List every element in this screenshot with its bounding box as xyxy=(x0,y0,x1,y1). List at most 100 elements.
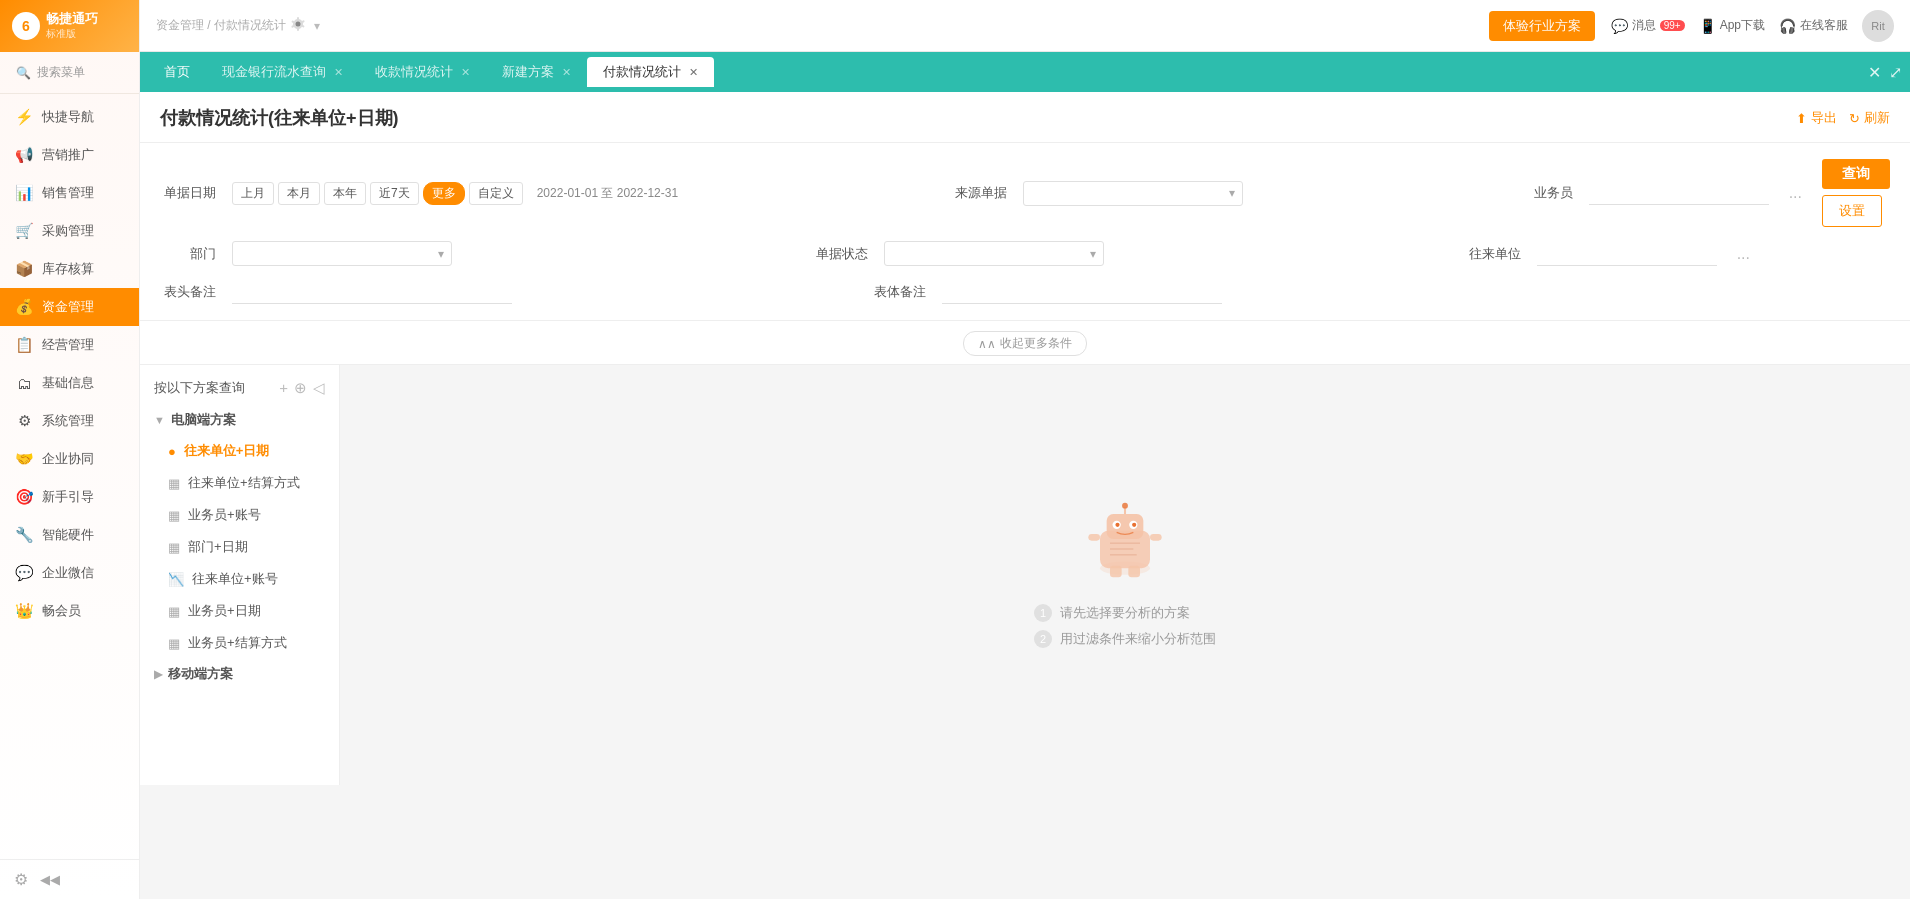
date-btn-thismonth[interactable]: 本月 xyxy=(278,182,320,205)
date-btn-more[interactable]: 更多 xyxy=(423,182,465,205)
collapse-button[interactable]: ∧∧ 收起更多条件 xyxy=(963,331,1087,356)
status-select[interactable] xyxy=(884,241,1104,266)
panel-item-staff-date[interactable]: ▦ 业务员+日期 xyxy=(140,595,339,627)
scheme-chart-icon-2: ▦ xyxy=(168,508,180,523)
topbar-settings-icon[interactable] xyxy=(290,16,306,36)
refresh-button[interactable]: ↻ 刷新 xyxy=(1849,109,1890,127)
tab-new-scheme[interactable]: 新建方案 ✕ xyxy=(486,57,587,87)
sidebar: 6 畅捷通巧 标准版 🔍 搜索菜单 ⚡ 快捷导航 📢 营销推广 📊 销售管理 🛒… xyxy=(0,0,140,899)
tab-bank-close[interactable]: ✕ xyxy=(334,66,343,79)
sidebar-item-operation[interactable]: 📋 经营管理 xyxy=(0,326,139,364)
scheme-chart-icon-1: ▦ xyxy=(168,476,180,491)
maximize-tab-icon[interactable]: ⤢ xyxy=(1889,63,1902,82)
breadcrumb: 资金管理 / 付款情况统计 ▾ xyxy=(156,16,1477,36)
logo-icon: 6 xyxy=(12,12,40,40)
panel-section-desktop[interactable]: ▼ 电脑端方案 xyxy=(140,405,339,435)
avatar[interactable]: Rit xyxy=(1862,10,1894,42)
svg-point-6 xyxy=(1115,523,1119,527)
query-button[interactable]: 查询 xyxy=(1822,159,1890,189)
left-panel: 按以下方案查询 + ⊕ ◁ ▼ 电脑端方案 ● 往来单位+日期 xyxy=(140,365,340,785)
footer-collapse-icon[interactable]: ◀◀ xyxy=(40,872,60,887)
tab-payment[interactable]: 付款情况统计 ✕ xyxy=(587,57,714,87)
main-body: 按以下方案查询 + ⊕ ◁ ▼ 电脑端方案 ● 往来单位+日期 xyxy=(140,365,1910,785)
footer-settings-icon[interactable]: ⚙ xyxy=(14,870,28,889)
sidebar-item-shortcut[interactable]: ⚡ 快捷导航 xyxy=(0,98,139,136)
panel-item-partner-settle[interactable]: ▦ 往来单位+结算方式 xyxy=(140,467,339,499)
panel-section-mobile[interactable]: ▶ 移动端方案 xyxy=(140,659,339,689)
source-select[interactable] xyxy=(1023,181,1243,206)
filter-row-2: 部门 单据状态 往来单位 ... xyxy=(160,241,1890,266)
topbar-icon-group: 💬 消息 99+ 📱 App下载 🎧 在线客服 Rit xyxy=(1611,10,1894,42)
tab-bank[interactable]: 现金银行流水查询 ✕ xyxy=(206,57,359,87)
tab-home[interactable]: 首页 xyxy=(148,57,206,87)
partner-input[interactable] xyxy=(1537,242,1717,266)
sidebar-nav: ⚡ 快捷导航 📢 营销推广 📊 销售管理 🛒 采购管理 📦 库存核算 💰 资金管… xyxy=(0,94,139,859)
robot-illustration xyxy=(1075,494,1175,584)
chevron-up-icon: ∧∧ xyxy=(978,337,996,351)
panel-item-staff-settle[interactable]: ▦ 业务员+结算方式 xyxy=(140,627,339,659)
staff-input[interactable] xyxy=(1589,181,1769,205)
panel-header-actions: + ⊕ ◁ xyxy=(279,379,325,397)
filter-row-1: 单据日期 上月 本月 本年 近7天 更多 自定义 2022-01-01 至 20… xyxy=(160,159,1890,227)
settings-button[interactable]: 设置 xyxy=(1822,195,1882,227)
svg-rect-13 xyxy=(1128,566,1140,578)
date-btn-7days[interactable]: 近7天 xyxy=(370,182,419,205)
page-header: 付款情况统计(往来单位+日期) ⬆ 导出 ↻ 刷新 xyxy=(140,92,1910,143)
page-title: 付款情况统计(往来单位+日期) xyxy=(160,106,399,130)
panel-items-desktop: ● 往来单位+日期 ▦ 往来单位+结算方式 ▦ 业务员+账号 ▦ 部门+日期 xyxy=(140,435,339,659)
page-content: 付款情况统计(往来单位+日期) ⬆ 导出 ↻ 刷新 单据日期 上月 xyxy=(140,92,1910,899)
export-button[interactable]: ⬆ 导出 xyxy=(1796,109,1837,127)
panel-add-icon[interactable]: + xyxy=(279,379,288,397)
date-btn-thisyear[interactable]: 本年 xyxy=(324,182,366,205)
sidebar-item-guide[interactable]: 🎯 新手引导 xyxy=(0,478,139,516)
tab-payment-close[interactable]: ✕ xyxy=(689,66,698,79)
sidebar-item-basic[interactable]: 🗂 基础信息 xyxy=(0,364,139,402)
panel-item-staff-account[interactable]: ▦ 业务员+账号 xyxy=(140,499,339,531)
dept-select-wrapper xyxy=(232,241,452,266)
notification-item[interactable]: 💬 消息 99+ xyxy=(1611,17,1685,34)
sidebar-item-member[interactable]: 👑 畅会员 xyxy=(0,592,139,630)
search-menu-button[interactable]: 🔍 搜索菜单 xyxy=(10,60,129,85)
svg-point-7 xyxy=(1132,523,1136,527)
sidebar-item-hardware[interactable]: 🔧 智能硬件 xyxy=(0,516,139,554)
finance-icon: 💰 xyxy=(14,297,34,317)
wechat-icon: 💬 xyxy=(14,563,34,583)
sidebar-item-marketing[interactable]: 📢 营销推广 xyxy=(0,136,139,174)
sidebar-item-purchase[interactable]: 🛒 采购管理 xyxy=(0,212,139,250)
svg-rect-12 xyxy=(1110,566,1122,578)
sidebar-search-section: 🔍 搜索菜单 xyxy=(0,52,139,94)
panel-collapse-icon[interactable]: ◁ xyxy=(313,379,325,397)
body-remark-label: 表体备注 xyxy=(870,283,926,301)
trial-button[interactable]: 体验行业方案 xyxy=(1489,11,1595,41)
body-remark-input[interactable] xyxy=(942,280,1222,304)
tab-receivable-close[interactable]: ✕ xyxy=(461,66,470,79)
tabs-bar: 首页 现金银行流水查询 ✕ 收款情况统计 ✕ 新建方案 ✕ 付款情况统计 ✕ ✕… xyxy=(140,52,1910,92)
sidebar-item-wechat[interactable]: 💬 企业微信 xyxy=(0,554,139,592)
refresh-icon: ↻ xyxy=(1849,111,1860,126)
sidebar-item-finance[interactable]: 💰 资金管理 xyxy=(0,288,139,326)
marketing-icon: 📢 xyxy=(14,145,34,165)
partner-ellipsis-icon[interactable]: ... xyxy=(1733,245,1754,263)
panel-item-dept-date[interactable]: ▦ 部门+日期 xyxy=(140,531,339,563)
sidebar-item-enterprise[interactable]: 🤝 企业协同 xyxy=(0,440,139,478)
app-download-item[interactable]: 📱 App下载 xyxy=(1699,17,1765,34)
dept-select[interactable] xyxy=(232,241,452,266)
date-btn-custom[interactable]: 自定义 xyxy=(469,182,523,205)
panel-item-partner-account[interactable]: 📉 往来单位+账号 xyxy=(140,563,339,595)
date-btn-lastmonth[interactable]: 上月 xyxy=(232,182,274,205)
sidebar-item-inventory[interactable]: 📦 库存核算 xyxy=(0,250,139,288)
staff-ellipsis-icon[interactable]: ... xyxy=(1785,184,1806,202)
hardware-icon: 🔧 xyxy=(14,525,34,545)
sidebar-item-sales[interactable]: 📊 销售管理 xyxy=(0,174,139,212)
sidebar-item-system[interactable]: ⚙ 系统管理 xyxy=(0,402,139,440)
header-remark-input[interactable] xyxy=(232,280,512,304)
tab-receivable[interactable]: 收款情况统计 ✕ xyxy=(359,57,486,87)
panel-item-partner-date[interactable]: ● 往来单位+日期 xyxy=(140,435,339,467)
enterprise-icon: 🤝 xyxy=(14,449,34,469)
online-service-item[interactable]: 🎧 在线客服 xyxy=(1779,17,1848,34)
panel-settings-icon[interactable]: ⊕ xyxy=(294,379,307,397)
tab-new-scheme-close[interactable]: ✕ xyxy=(562,66,571,79)
close-all-tabs-icon[interactable]: ✕ xyxy=(1868,63,1881,82)
scheme-chart-icon-4: ▦ xyxy=(168,604,180,619)
export-icon: ⬆ xyxy=(1796,111,1807,126)
